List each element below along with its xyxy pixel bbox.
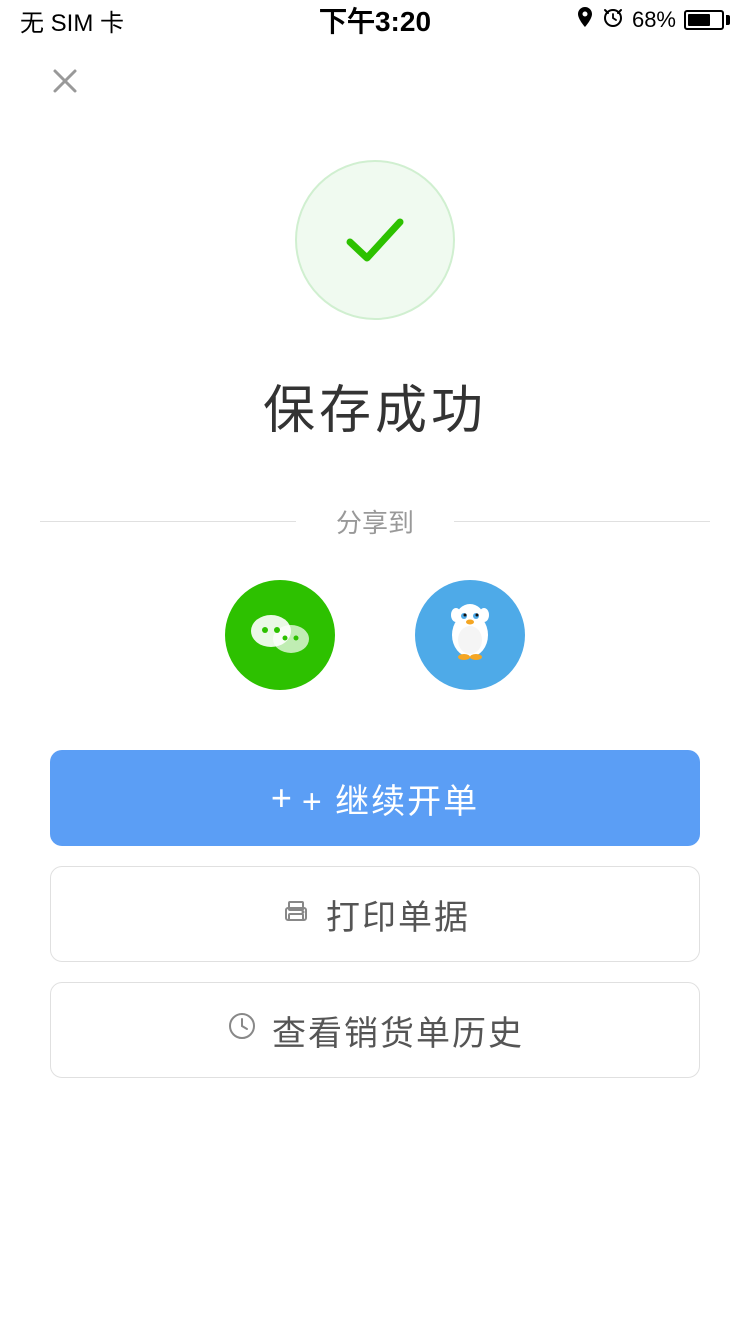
status-bar: 无 SIM 卡 下午3:20 68% bbox=[0, 0, 750, 40]
print-label: 打印单据 bbox=[326, 890, 470, 939]
share-section: 分享到 bbox=[0, 503, 750, 690]
success-icon-circle bbox=[295, 160, 455, 320]
continue-button[interactable]: + + 继续开单 bbox=[50, 750, 700, 846]
status-right: 68% bbox=[576, 6, 730, 34]
printer-icon bbox=[280, 894, 312, 935]
success-title: 保存成功 bbox=[263, 368, 487, 443]
share-label: 分享到 bbox=[336, 503, 414, 540]
print-button[interactable]: 打印单据 bbox=[50, 866, 700, 962]
plus-icon: + bbox=[271, 777, 294, 819]
share-divider: 分享到 bbox=[0, 503, 750, 540]
clock-icon bbox=[226, 1010, 258, 1051]
continue-label: + 继续开单 bbox=[302, 774, 479, 823]
main-content: 保存成功 分享到 bbox=[0, 40, 750, 1078]
alarm-icon bbox=[602, 6, 624, 34]
history-button[interactable]: 查看销货单历史 bbox=[50, 982, 700, 1078]
status-time: 下午3:20 bbox=[319, 0, 431, 40]
status-left: 无 SIM 卡 bbox=[20, 3, 132, 38]
qq-share-button[interactable] bbox=[415, 580, 525, 690]
carrier-text: 无 SIM 卡 bbox=[20, 3, 124, 38]
history-label: 查看销货单历史 bbox=[272, 1006, 524, 1055]
battery-text: 68% bbox=[632, 7, 676, 33]
close-button[interactable] bbox=[40, 56, 90, 106]
share-icons bbox=[225, 580, 525, 690]
wechat-share-button[interactable] bbox=[225, 580, 335, 690]
location-icon bbox=[576, 6, 594, 34]
action-buttons: + + 继续开单 打印单据 查看销货单历 bbox=[50, 750, 700, 1078]
battery-icon bbox=[684, 10, 730, 30]
